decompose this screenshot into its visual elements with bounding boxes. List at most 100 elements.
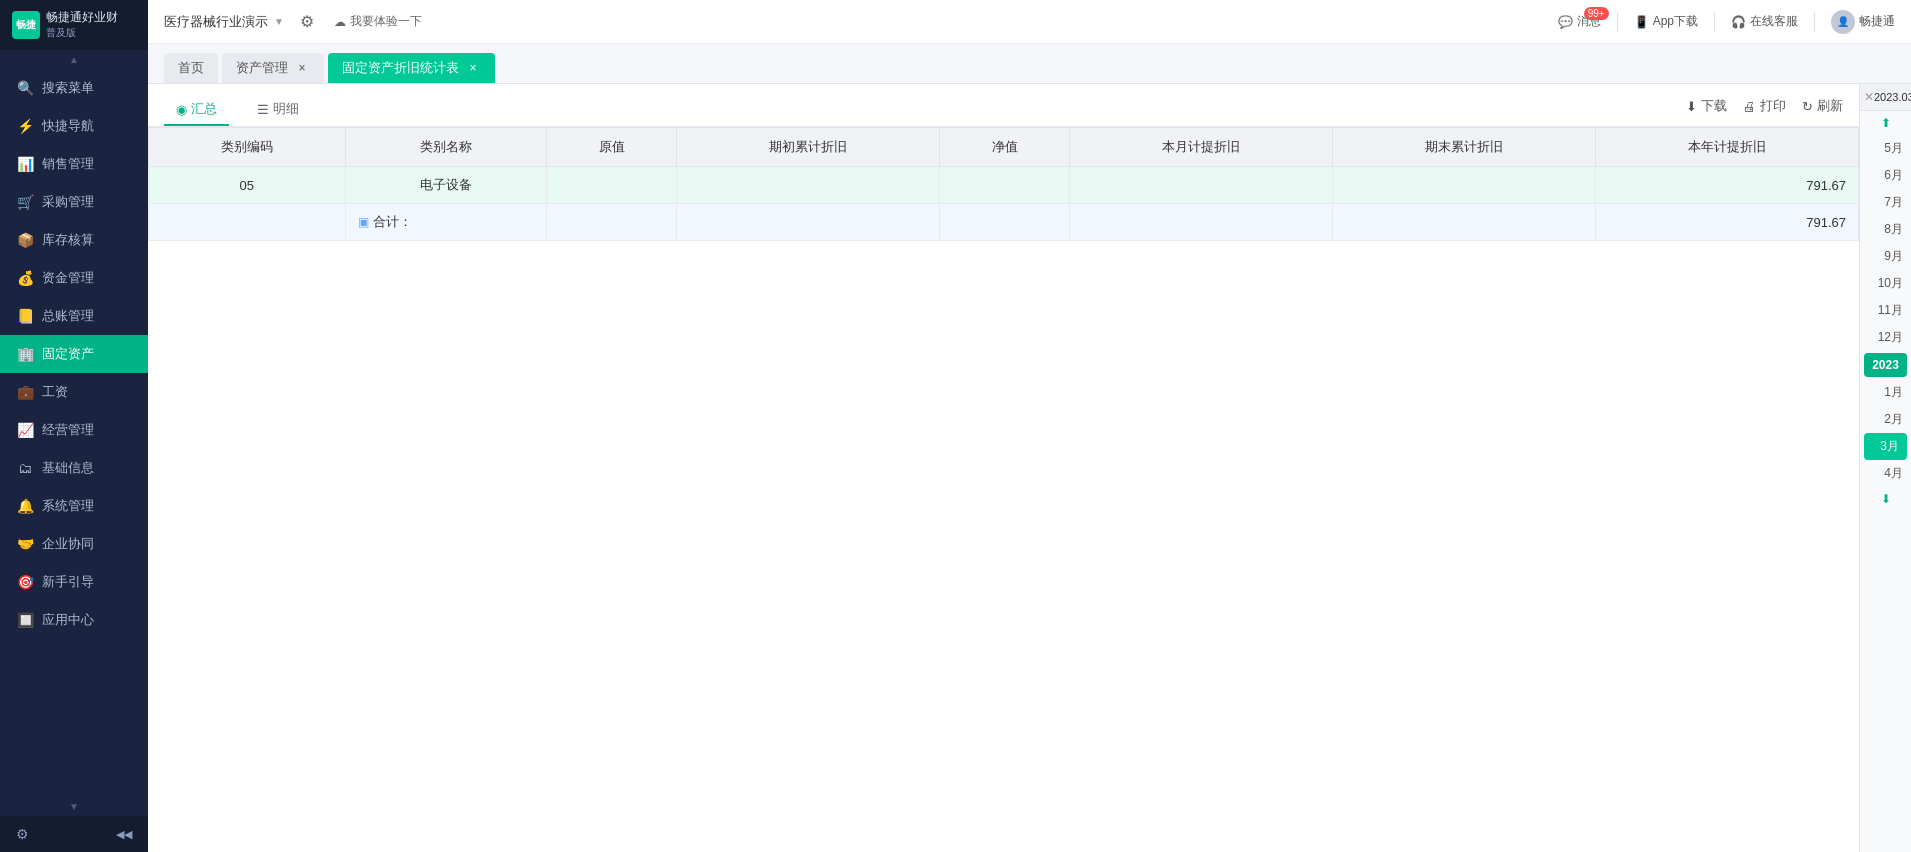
app-center-icon: 🔲 <box>16 612 34 628</box>
sidebar: 畅捷 畅捷通好业财 普及版 ▲ 🔍 搜索菜单 ⚡ 快捷导航 📊 销售管理 🛒 采… <box>0 0 148 852</box>
print-icon: 🖨 <box>1743 99 1756 114</box>
experience-icon: ☁ <box>334 15 346 29</box>
sidebar-item-payroll[interactable]: 💼 工资 <box>0 373 148 411</box>
experience-button[interactable]: ☁ 我要体验一下 <box>334 13 422 30</box>
sidebar-item-sales[interactable]: 📊 销售管理 <box>0 145 148 183</box>
refresh-label: 刷新 <box>1817 97 1843 115</box>
enterprise-icon: 🤝 <box>16 536 34 552</box>
date-item-month[interactable]: 11月 <box>1860 297 1911 324</box>
date-item-month[interactable]: 1月 <box>1860 379 1911 406</box>
topbar-divider-2 <box>1714 12 1715 32</box>
sidebar-item-guide[interactable]: 🎯 新手引导 <box>0 563 148 601</box>
customer-service-icon: 🎧 <box>1731 15 1746 29</box>
settings-footer-icon[interactable]: ⚙ <box>16 826 29 842</box>
content-main: ◉ 汇总 ☰ 明细 ⬇ 下载 🖨 打印 <box>148 84 1859 852</box>
col-header-code: 类别编码 <box>149 128 346 167</box>
col-header-monthly-dep: 本月计提折旧 <box>1070 128 1333 167</box>
topbar-divider-1 <box>1617 12 1618 32</box>
col-header-net-value: 净值 <box>940 128 1070 167</box>
sidebar-item-app-center[interactable]: 🔲 应用中心 <box>0 601 148 639</box>
tab-fixed-assets-depreciation[interactable]: 固定资产折旧统计表 × <box>328 53 495 83</box>
right-panel-close-button[interactable]: ✕ <box>1864 90 1874 104</box>
tabbar: 首页 资产管理 × 固定资产折旧统计表 × <box>148 44 1911 84</box>
date-item-month[interactable]: 4月 <box>1860 460 1911 487</box>
customer-service-button[interactable]: 🎧 在线客服 <box>1731 13 1798 30</box>
date-item-month[interactable]: 9月 <box>1860 243 1911 270</box>
total-icon: ▣ <box>358 215 369 229</box>
collapse-icon[interactable]: ◀◀ <box>116 828 132 841</box>
messages-button[interactable]: 💬 消息 99+ <box>1558 13 1601 30</box>
sidebar-item-ledger[interactable]: 📒 总账管理 <box>0 297 148 335</box>
refresh-button[interactable]: ↻ 刷新 <box>1802 97 1843 115</box>
company-dropdown-icon: ▼ <box>274 16 284 27</box>
sidebar-item-label: 搜索菜单 <box>42 79 94 97</box>
table-row: 05 电子设备 791.67 <box>149 167 1859 204</box>
tab-fixed-assets-depreciation-close[interactable]: × <box>465 60 481 76</box>
customer-service-label: 在线客服 <box>1750 13 1798 30</box>
date-item-month[interactable]: 12月 <box>1860 324 1911 351</box>
system-icon: 🔔 <box>16 498 34 514</box>
sidebar-item-label: 资金管理 <box>42 269 94 287</box>
app-download-button[interactable]: 📱 App下载 <box>1634 13 1698 30</box>
table-header-row: 类别编码 类别名称 原值 期初累计折旧 净值 本月计提折旧 期末累计折旧 本年计… <box>149 128 1859 167</box>
date-item-month[interactable]: 7月 <box>1860 189 1911 216</box>
col-header-original: 原值 <box>547 128 677 167</box>
depreciation-table: 类别编码 类别名称 原值 期初累计折旧 净值 本月计提折旧 期末累计折旧 本年计… <box>148 127 1859 241</box>
company-selector[interactable]: 医疗器械行业演示 ▼ <box>164 13 284 31</box>
sidebar-app-title: 畅捷通好业财 <box>46 10 118 26</box>
date-item-month[interactable]: 6月 <box>1860 162 1911 189</box>
tab-fixed-assets-depreciation-label: 固定资产折旧统计表 <box>342 59 459 77</box>
date-item-month-active[interactable]: 3月 <box>1864 433 1907 460</box>
toolbar-right: ⬇ 下载 🖨 打印 ↻ 刷新 <box>1686 97 1843 123</box>
sidebar-item-label: 快捷导航 <box>42 117 94 135</box>
sidebar-item-search[interactable]: 🔍 搜索菜单 <box>0 69 148 107</box>
sidebar-app-subtitle: 普及版 <box>46 26 118 40</box>
sidebar-item-inventory[interactable]: 📦 库存核算 <box>0 221 148 259</box>
tab-asset-management-label: 资产管理 <box>236 59 288 77</box>
col-header-name: 类别名称 <box>345 128 547 167</box>
user-menu[interactable]: 👤 畅捷通 <box>1831 10 1895 34</box>
download-label: 下载 <box>1701 97 1727 115</box>
tab-asset-management-close[interactable]: × <box>294 60 310 76</box>
sidebar-item-basic-info[interactable]: 🗂 基础信息 <box>0 449 148 487</box>
subtab-summary[interactable]: ◉ 汇总 <box>164 94 229 126</box>
date-item-month[interactable]: 2月 <box>1860 406 1911 433</box>
right-date-panel: ✕ 2023.03 ⤢ ⬆ 5月 6月 7月 8月 9月 10月 11月 12月… <box>1859 84 1911 852</box>
total-label-text: 合计： <box>373 213 412 231</box>
subtab-detail[interactable]: ☰ 明细 <box>245 94 311 126</box>
date-item-month[interactable]: 5月 <box>1860 135 1911 162</box>
sidebar-item-system[interactable]: 🔔 系统管理 <box>0 487 148 525</box>
sidebar-item-fixed-assets[interactable]: 🏢 固定资产 <box>0 335 148 373</box>
date-item-month[interactable]: 8月 <box>1860 216 1911 243</box>
sidebar-item-label: 销售管理 <box>42 155 94 173</box>
tab-asset-management[interactable]: 资产管理 × <box>222 53 324 83</box>
sidebar-item-label: 企业协同 <box>42 535 94 553</box>
messages-badge: 99+ <box>1584 7 1609 20</box>
date-year-2023[interactable]: 2023 <box>1864 353 1907 377</box>
print-button[interactable]: 🖨 打印 <box>1743 97 1786 115</box>
date-scroll-down[interactable]: ⬇ <box>1860 487 1911 511</box>
topbar-divider-3 <box>1814 12 1815 32</box>
sidebar-item-operations[interactable]: 📈 经营管理 <box>0 411 148 449</box>
cell-initial-dep <box>677 167 940 204</box>
cell-period-end-dep <box>1333 167 1596 204</box>
total-cell-code <box>149 204 346 241</box>
total-row: ▣ 合计： 791.67 <box>149 204 1859 241</box>
topbar-settings-icon[interactable]: ⚙ <box>300 12 314 31</box>
date-list: ⬆ 5月 6月 7月 8月 9月 10月 11月 12月 2023 1月 2月 … <box>1860 111 1911 852</box>
sidebar-item-purchase[interactable]: 🛒 采购管理 <box>0 183 148 221</box>
print-label: 打印 <box>1760 97 1786 115</box>
tab-home[interactable]: 首页 <box>164 53 218 83</box>
total-original <box>547 204 677 241</box>
sidebar-item-quick-nav[interactable]: ⚡ 快捷导航 <box>0 107 148 145</box>
refresh-icon: ↻ <box>1802 99 1813 114</box>
subtab-summary-label: 汇总 <box>191 100 217 118</box>
sidebar-item-finance[interactable]: 💰 资金管理 <box>0 259 148 297</box>
download-button[interactable]: ⬇ 下载 <box>1686 97 1727 115</box>
total-period-end-dep <box>1333 204 1596 241</box>
sidebar-footer: ⚙ ◀◀ <box>0 816 148 852</box>
date-scroll-up[interactable]: ⬆ <box>1860 111 1911 135</box>
sidebar-item-enterprise[interactable]: 🤝 企业协同 <box>0 525 148 563</box>
purchase-icon: 🛒 <box>16 194 34 210</box>
date-item-month[interactable]: 10月 <box>1860 270 1911 297</box>
